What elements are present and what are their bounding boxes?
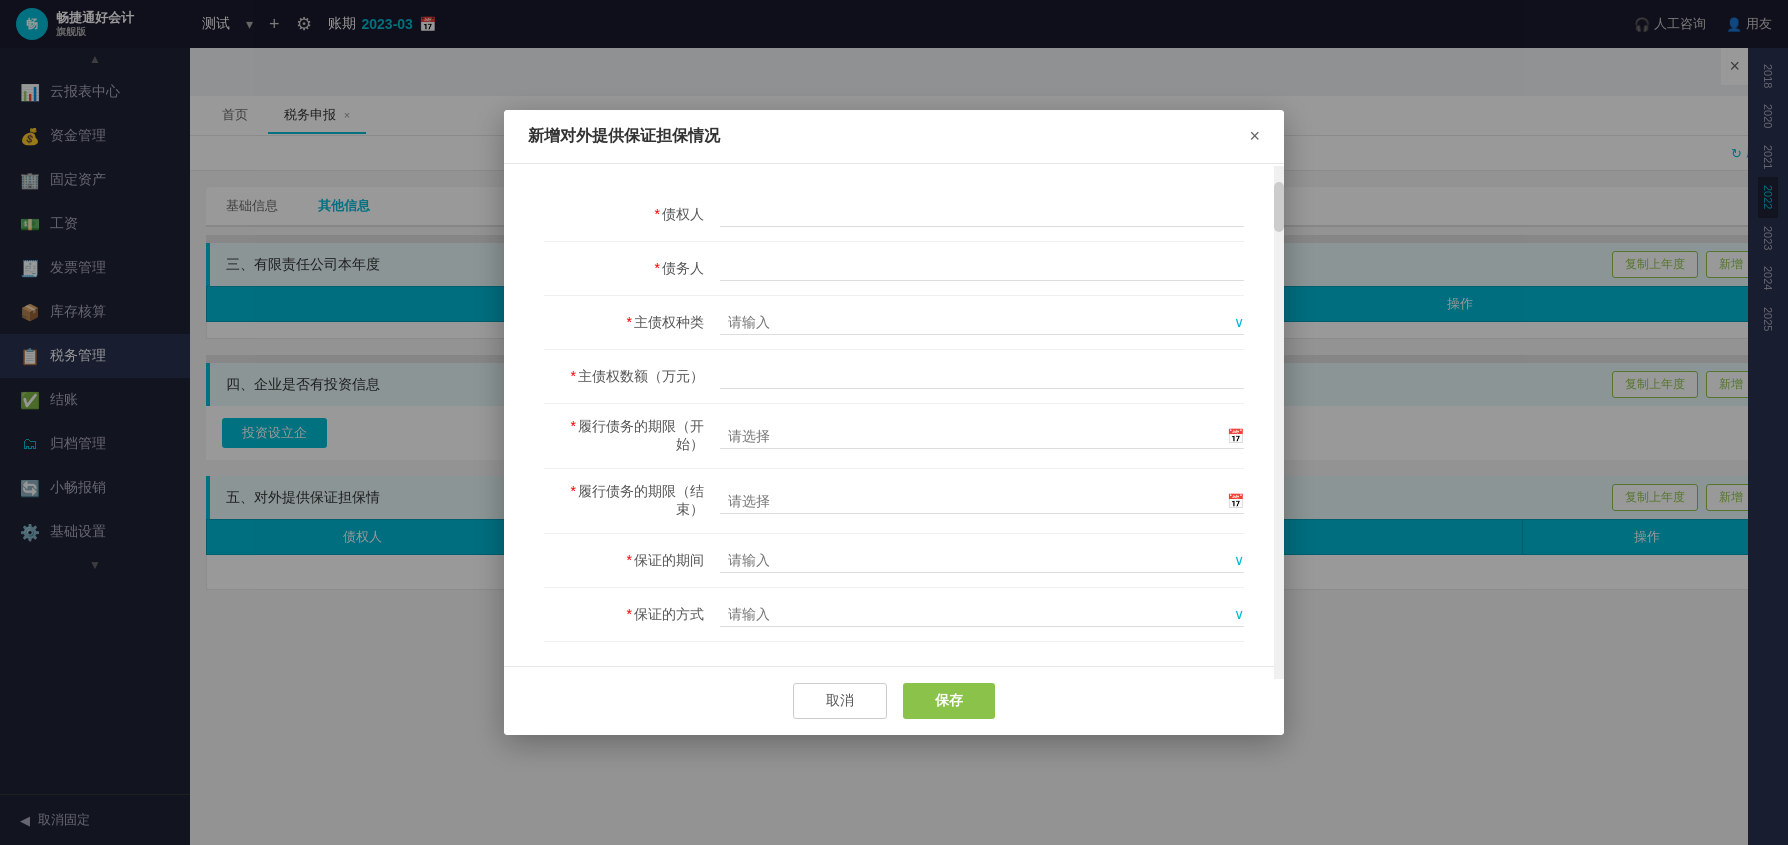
modal-footer: 取消 保存 [504,666,1284,735]
input-creditor[interactable] [720,202,1244,227]
input-period-start[interactable] [720,424,1227,448]
input-period-end[interactable] [720,489,1227,513]
input-debtor[interactable] [720,256,1244,281]
chevron-down-icon: ∨ [1234,314,1244,330]
modal-title: 新增对外提供保证担保情况 [528,126,720,147]
cancel-button[interactable]: 取消 [793,683,887,719]
field-debtor: *债务人 [544,242,1244,296]
date-wrapper-end: 📅 [720,489,1244,514]
field-debt-amount: *主债权数额（万元） [544,350,1244,404]
date-wrapper-start: 📅 [720,424,1244,449]
modal-dialog: 新增对外提供保证担保情况 × *债权人 *债务人 *主债权种类 [504,110,1284,735]
label-debt-type: *主债权种类 [544,314,704,332]
label-period-end: *履行债务的期限（结束） [544,483,704,519]
field-debt-type: *主债权种类 ∨ [544,296,1244,350]
field-period-end: *履行债务的期限（结束） 📅 [544,469,1244,534]
field-period-start: *履行债务的期限（开始） 📅 [544,404,1244,469]
modal-overlay: 新增对外提供保证担保情况 × *债权人 *债务人 *主债权种类 [0,0,1788,845]
modal-close-button[interactable]: × [1249,126,1260,147]
input-debt-amount[interactable] [720,364,1244,389]
chevron-down-icon-2: ∨ [1234,552,1244,568]
select-guarantee-method[interactable] [720,602,1234,626]
label-debt-amount: *主债权数额（万元） [544,368,704,386]
select-debt-type[interactable] [720,310,1234,334]
chevron-down-icon-3: ∨ [1234,606,1244,622]
save-button[interactable]: 保存 [903,683,995,719]
modal-header: 新增对外提供保证担保情况 × [504,110,1284,164]
modal-scrollbar[interactable] [1274,166,1284,679]
label-debtor: *债务人 [544,260,704,278]
modal-body: *债权人 *债务人 *主债权种类 ∨ [504,164,1284,666]
calendar-start-icon[interactable]: 📅 [1227,428,1244,444]
field-creditor: *债权人 [544,188,1244,242]
select-wrapper-debt-type: ∨ [720,310,1244,335]
select-wrapper-guarantee-method: ∨ [720,602,1244,627]
field-guarantee-method: *保证的方式 ∨ [544,588,1244,642]
select-guarantee-period[interactable] [720,548,1234,572]
modal-scrollbar-thumb [1274,182,1284,232]
label-creditor: *债权人 [544,206,704,224]
calendar-end-icon[interactable]: 📅 [1227,493,1244,509]
label-period-start: *履行债务的期限（开始） [544,418,704,454]
field-guarantee-period: *保证的期间 ∨ [544,534,1244,588]
label-guarantee-method: *保证的方式 [544,606,704,624]
label-guarantee-period: *保证的期间 [544,552,704,570]
select-wrapper-guarantee-period: ∨ [720,548,1244,573]
